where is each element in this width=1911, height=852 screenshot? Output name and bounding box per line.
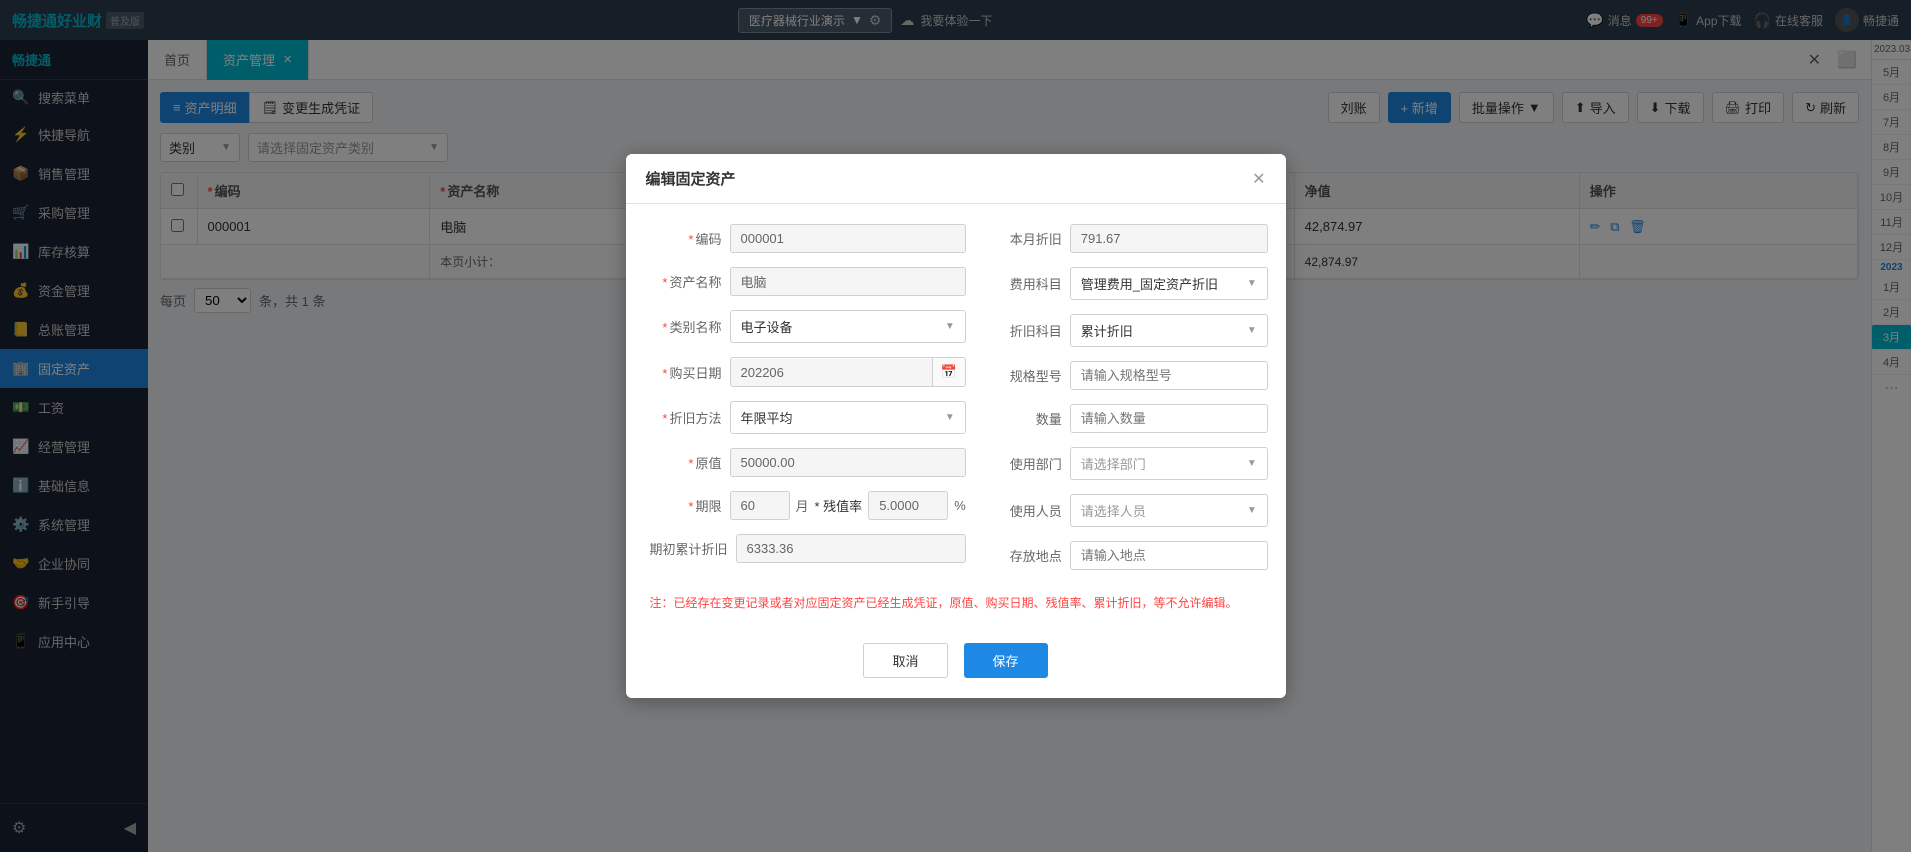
dialog-note: 注：已经存在变更记录或者对应固定资产已经生成凭证，原值、购买日期、残值率、累计折… <box>650 584 1262 611</box>
field-location: 存放地点 <box>990 541 1268 570</box>
person-chevron: ▼ <box>1247 505 1257 516</box>
field-month-dep: 本月折旧 <box>990 224 1268 253</box>
calendar-icon[interactable]: 📅 <box>932 358 965 386</box>
save-button[interactable]: 保存 <box>964 643 1048 678</box>
dialog-close-btn[interactable]: ✕ <box>1252 169 1265 189</box>
field-initial-dep: 期初累计折旧 <box>650 534 966 563</box>
period-group: 月 * 残值率 % <box>730 491 966 520</box>
quantity-input[interactable] <box>1070 404 1268 433</box>
dialog-title: 编辑固定资产 <box>646 168 736 189</box>
dep-method-select[interactable]: 年限平均 ▼ <box>730 401 966 434</box>
residual-rate-input[interactable] <box>868 491 948 520</box>
department-select[interactable]: 请选择部门 ▼ <box>1070 447 1268 480</box>
period-input[interactable] <box>730 491 790 520</box>
field-category: *类别名称 电子设备 ▼ <box>650 310 966 343</box>
field-dep-subject: 折旧科目 累计折旧 ▼ <box>990 314 1268 347</box>
field-dep-method: *折旧方法 年限平均 ▼ <box>650 401 966 434</box>
purchase-date-input[interactable] <box>731 359 932 386</box>
dep-subject-chevron: ▼ <box>1247 325 1257 336</box>
spec-model-input[interactable] <box>1070 361 1268 390</box>
location-input[interactable] <box>1070 541 1268 570</box>
expense-subject-chevron: ▼ <box>1247 278 1257 289</box>
department-chevron: ▼ <box>1247 458 1257 469</box>
asset-name-input[interactable] <box>730 267 966 296</box>
dialog-header: 编辑固定资产 ✕ <box>626 154 1286 204</box>
purchase-date-input-wrap: 📅 <box>730 357 966 387</box>
category-select-chevron: ▼ <box>945 321 955 332</box>
field-department: 使用部门 请选择部门 ▼ <box>990 447 1268 480</box>
field-spec-model: 规格型号 <box>990 361 1268 390</box>
dep-method-chevron: ▼ <box>945 412 955 423</box>
field-purchase-date: *购买日期 📅 <box>650 357 966 387</box>
expense-subject-select[interactable]: 管理费用_固定资产折旧 ▼ <box>1070 267 1268 300</box>
field-asset-name: *资产名称 <box>650 267 966 296</box>
cancel-button[interactable]: 取消 <box>863 643 947 678</box>
edit-asset-dialog: 编辑固定资产 ✕ *编码 *资产名称 <box>626 154 1286 698</box>
field-quantity: 数量 <box>990 404 1268 433</box>
dialog-footer: 取消 保存 <box>626 631 1286 698</box>
code-input[interactable] <box>730 224 966 253</box>
dialog-body: *编码 *资产名称 *类别名称 电子设备 ▼ <box>626 204 1286 631</box>
modal-overlay: 编辑固定资产 ✕ *编码 *资产名称 <box>0 0 1911 852</box>
field-code: *编码 <box>650 224 966 253</box>
initial-dep-input[interactable] <box>736 534 966 563</box>
dep-subject-select[interactable]: 累计折旧 ▼ <box>1070 314 1268 347</box>
field-person: 使用人员 请选择人员 ▼ <box>990 494 1268 527</box>
category-select[interactable]: 电子设备 ▼ <box>730 310 966 343</box>
person-select[interactable]: 请选择人员 ▼ <box>1070 494 1268 527</box>
field-expense-subject: 费用科目 管理费用_固定资产折旧 ▼ <box>990 267 1268 300</box>
field-original-value: *原值 <box>650 448 966 477</box>
month-dep-input <box>1070 224 1268 253</box>
original-value-input[interactable] <box>730 448 966 477</box>
field-period-residual: *期限 月 * 残值率 % <box>650 491 966 520</box>
